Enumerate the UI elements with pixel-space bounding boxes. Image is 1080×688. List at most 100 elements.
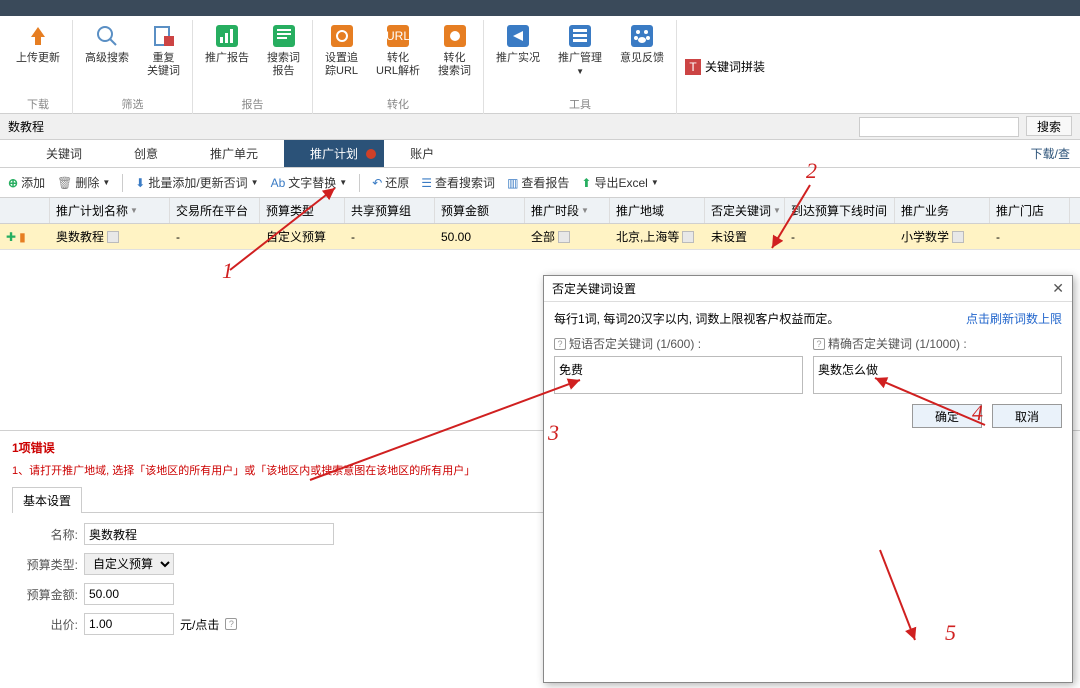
gh-reach[interactable]: 到达预算下线时间 bbox=[785, 198, 895, 223]
manage-icon bbox=[566, 22, 594, 50]
svg-text:URL: URL bbox=[386, 29, 410, 43]
ribbon-group-download: 上传更新 下载 bbox=[4, 20, 73, 114]
row-name: 奥数教程 bbox=[56, 228, 104, 245]
help-icon[interactable]: ? bbox=[813, 338, 825, 350]
gh-shared[interactable]: 共享预算组 bbox=[345, 198, 435, 223]
ribbon-group-filter: 高级搜索 重复 关键词 筛选 bbox=[73, 20, 193, 114]
svg-text:T: T bbox=[689, 60, 697, 74]
add-button[interactable]: ⊕添加 bbox=[8, 174, 45, 191]
viewreport-button[interactable]: ▥查看报告 bbox=[507, 174, 569, 191]
promo-report-button[interactable]: 推广报告 bbox=[201, 20, 253, 80]
paw-icon bbox=[628, 22, 656, 50]
promo-manage-button[interactable]: 推广管理 ▼ bbox=[554, 20, 606, 80]
upload-refresh-button[interactable]: 上传更新 bbox=[12, 20, 64, 67]
track-url-button[interactable]: 设置追 踪URL bbox=[321, 20, 362, 80]
viewwords-button[interactable]: ☰查看搜索词 bbox=[421, 174, 495, 191]
cancel-button[interactable]: 取消 bbox=[992, 404, 1062, 428]
exact-neg-textarea[interactable] bbox=[813, 356, 1062, 394]
negative-keyword-dialog: 否定关键词设置 ✕ 每行1词, 每词20汉字以内, 词数上限视客户权益而定。 点… bbox=[543, 275, 1073, 683]
gh-name[interactable]: 推广计划名称▼ bbox=[50, 198, 170, 223]
annotation-4: 4 bbox=[972, 400, 983, 426]
toolbar: ⊕添加 🗑删除▼ ⬇批量添加/更新否词▼ Ab文字替换▼ ↶还原 ☰查看搜索词 … bbox=[0, 168, 1080, 198]
promo-live-button[interactable]: 推广实况 bbox=[492, 20, 544, 80]
url-icon: URL bbox=[384, 22, 412, 50]
search-icon bbox=[93, 22, 121, 50]
dialog-title: 否定关键词设置 bbox=[552, 280, 636, 297]
edit-icon[interactable] bbox=[682, 231, 694, 243]
budget-type-select[interactable]: 自定义预算 bbox=[84, 553, 174, 575]
annotation-1: 1 bbox=[222, 258, 233, 284]
edit-icon[interactable] bbox=[952, 231, 964, 243]
title-bar bbox=[0, 0, 1080, 16]
tab-account[interactable]: 账户 bbox=[384, 140, 460, 167]
edit-icon[interactable] bbox=[107, 231, 119, 243]
group-label: 报告 bbox=[242, 96, 264, 112]
gh-neg[interactable]: 否定关键词▼ bbox=[705, 198, 785, 223]
delete-button[interactable]: 🗑删除▼ bbox=[57, 174, 110, 191]
gh-period[interactable]: 推广时段▼ bbox=[525, 198, 610, 223]
refresh-limit-link[interactable]: 点击刷新词数上限 bbox=[966, 310, 1062, 327]
edit-icon[interactable] bbox=[558, 231, 570, 243]
doc-icon bbox=[270, 22, 298, 50]
ribbon-group-report: 推广报告 搜索词 报告 报告 bbox=[193, 20, 313, 114]
group-label: 筛选 bbox=[122, 96, 144, 112]
bid-input[interactable] bbox=[84, 613, 174, 635]
batch-button[interactable]: ⬇批量添加/更新否词▼ bbox=[135, 174, 258, 191]
upload-icon bbox=[24, 22, 52, 50]
live-icon bbox=[504, 22, 532, 50]
tab-keyword[interactable]: 关键词 bbox=[20, 140, 108, 167]
keyword-mix-button[interactable]: T 关键词拼装 bbox=[677, 20, 773, 113]
search-word-button[interactable]: 转化 搜索词 bbox=[434, 20, 475, 80]
subheader: 数教程 搜索 bbox=[0, 114, 1080, 140]
group-label: 工具 bbox=[569, 96, 591, 112]
breadcrumb: 数教程 bbox=[8, 118, 44, 135]
textreplace-button[interactable]: Ab文字替换▼ bbox=[271, 174, 348, 191]
search-report-button[interactable]: 搜索词 报告 bbox=[263, 20, 304, 80]
name-input[interactable] bbox=[84, 523, 334, 545]
gh-amount[interactable]: 预算金额 bbox=[435, 198, 525, 223]
help-icon[interactable]: ? bbox=[225, 618, 237, 630]
settings-tab[interactable]: 基本设置 bbox=[12, 487, 82, 513]
download-link[interactable]: 下载/查 bbox=[1021, 140, 1080, 167]
ribbon-group-conversion: 设置追 踪URL URL 转化 URL解析 转化 搜索词 转化 bbox=[313, 20, 484, 114]
grid-row[interactable]: ✚▮ 奥数教程 - 自定义预算 - 50.00 全部 北京,上海等 未设置 - … bbox=[0, 224, 1080, 250]
dialog-info: 每行1词, 每词20汉字以内, 词数上限视客户权益而定。 bbox=[554, 310, 839, 327]
grid-header: 推广计划名称▼ 交易所在平台 预算类型 共享预算组 预算金额 推广时段▼ 推广地… bbox=[0, 198, 1080, 224]
close-icon[interactable]: ✕ bbox=[1052, 280, 1064, 297]
amount-input[interactable] bbox=[84, 583, 174, 605]
word-icon bbox=[441, 22, 469, 50]
tab-plan[interactable]: 推广计划 bbox=[284, 140, 384, 167]
plus-icon: ✚ bbox=[6, 230, 16, 244]
annotation-3: 3 bbox=[548, 420, 559, 446]
gh-store[interactable]: 推广门店 bbox=[990, 198, 1070, 223]
help-icon[interactable]: ? bbox=[554, 338, 566, 350]
annotation-5: 5 bbox=[945, 620, 956, 646]
group-label: 转化 bbox=[387, 96, 409, 112]
tab-unit[interactable]: 推广单元 bbox=[184, 140, 284, 167]
annotation-2: 2 bbox=[806, 158, 817, 184]
feedback-button[interactable]: 意见反馈 bbox=[616, 20, 668, 80]
tab-creative[interactable]: 创意 bbox=[108, 140, 184, 167]
phrase-neg-textarea[interactable] bbox=[554, 356, 803, 394]
gh-platform[interactable]: 交易所在平台 bbox=[170, 198, 260, 223]
url-parse-button[interactable]: URL 转化 URL解析 bbox=[372, 20, 424, 80]
group-label: 下载 bbox=[27, 96, 49, 112]
ribbon-group-tools: 推广实况 推广管理 ▼ 意见反馈 工具 bbox=[484, 20, 677, 114]
gh-budget-type[interactable]: 预算类型 bbox=[260, 198, 345, 223]
search-input[interactable] bbox=[859, 117, 1019, 137]
chart-icon bbox=[213, 22, 241, 50]
dup-icon bbox=[150, 22, 178, 50]
gear-icon bbox=[328, 22, 356, 50]
tabs: 关键词 创意 推广单元 推广计划 账户 下载/查 bbox=[0, 140, 1080, 168]
gh-region[interactable]: 推广地域 bbox=[610, 198, 705, 223]
gh-icon[interactable] bbox=[0, 198, 50, 223]
export-button[interactable]: ⬆导出Excel▼ bbox=[581, 174, 658, 191]
mix-icon: T bbox=[685, 59, 701, 75]
search-button[interactable]: 搜索 bbox=[1026, 116, 1072, 136]
ribbon: 上传更新 下载 高级搜索 重复 关键词 筛选 推广报告 搜索词 报告 bbox=[0, 16, 1080, 114]
flag-icon: ▮ bbox=[19, 230, 26, 244]
dup-keywords-button[interactable]: 重复 关键词 bbox=[143, 20, 184, 80]
restore-button[interactable]: ↶还原 bbox=[372, 174, 409, 191]
advanced-search-button[interactable]: 高级搜索 bbox=[81, 20, 133, 80]
gh-biz[interactable]: 推广业务 bbox=[895, 198, 990, 223]
